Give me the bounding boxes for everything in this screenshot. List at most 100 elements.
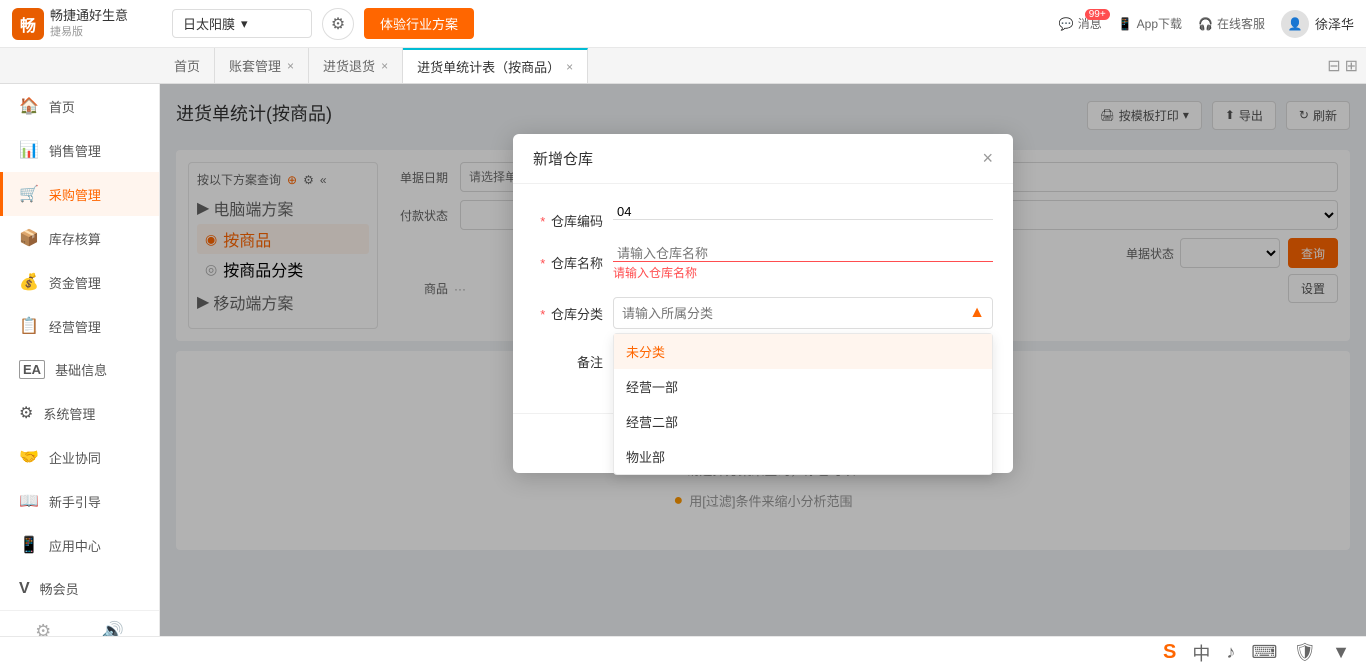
audio-icon[interactable]: ♪	[1226, 642, 1235, 663]
app-subtitle: 捷易版	[50, 23, 128, 39]
sidebar-item-finance[interactable]: 💰 资金管理	[0, 260, 159, 304]
tab-purchase-return-label: 进货退货	[323, 56, 375, 75]
tab-purchase-stats-label: 进货单统计表（按商品）	[417, 57, 560, 76]
sidebar: 🏠 首页 📊 销售管理 🛒 采购管理 📦 库存核算 💰 资金管理 📋 经营管理 …	[0, 84, 160, 636]
vip-icon: V	[19, 580, 30, 598]
top-header: 畅 畅捷通好生意 捷易版 日太阳膜 ▾ ⚙ 体验行业方案 💬 消息 99+ 📱 …	[0, 0, 1366, 48]
inventory-icon: 📦	[19, 228, 39, 248]
warehouse-name-input-wrapper: 请输入仓库名称	[613, 246, 993, 281]
basic-info-icon: EA	[19, 360, 45, 379]
tab-purchase-stats-close[interactable]: ×	[566, 60, 573, 74]
tab-end-buttons: ⊟ ⊞	[1319, 48, 1366, 83]
sidebar-item-inventory-label: 库存核算	[49, 229, 101, 248]
tab-home-label: 首页	[174, 56, 200, 75]
sidebar-item-app-center-label: 应用中心	[49, 536, 101, 555]
app-logo-icon: 畅	[12, 8, 44, 40]
dropdown-item-dept1[interactable]: 经营一部	[614, 369, 992, 404]
tab-minimize-icon[interactable]: ⊟	[1327, 56, 1340, 76]
user-area[interactable]: 👤 徐泽华	[1281, 10, 1354, 38]
sidebar-item-sales[interactable]: 📊 销售管理	[0, 128, 159, 172]
category-arrow-icon[interactable]: ▲	[969, 304, 985, 322]
sidebar-footer: ⚙ 🔊	[0, 610, 159, 636]
warehouse-category-row: * 仓库分类 ▲ 未分类 经营一部 经营二部 物业部	[533, 297, 993, 329]
sidebar-item-guide[interactable]: 📖 新手引导	[0, 479, 159, 523]
avatar: 👤	[1281, 10, 1309, 38]
logo-area: 畅 畅捷通好生意 捷易版	[12, 8, 162, 40]
tab-home[interactable]: 首页	[160, 48, 215, 83]
tab-accounts[interactable]: 账套管理 ×	[215, 48, 309, 83]
messages-badge: 99+	[1085, 9, 1110, 20]
dropdown-item-dept2[interactable]: 经营二部	[614, 404, 992, 439]
dropdown-item-uncategorized[interactable]: 未分类	[614, 334, 992, 369]
modal-body: * 仓库编码 * 仓库名称 请输入仓库名称	[513, 184, 1013, 413]
chinese-input-icon[interactable]: 中	[1192, 640, 1210, 666]
app-download-button[interactable]: 📱 App下载	[1118, 15, 1182, 32]
online-service-button[interactable]: 🎧 在线客服	[1198, 15, 1265, 32]
warehouse-name-input[interactable]	[613, 246, 993, 262]
settings-footer-icon[interactable]: ⚙	[35, 621, 51, 636]
app-title: 畅捷通好生意	[50, 8, 128, 24]
required-star-code: *	[540, 214, 545, 229]
trial-button[interactable]: 体验行业方案	[364, 8, 474, 39]
layout: 🏠 首页 📊 销售管理 🛒 采购管理 📦 库存核算 💰 资金管理 📋 经营管理 …	[0, 84, 1366, 636]
sidebar-item-system[interactable]: ⚙ 系统管理	[0, 391, 159, 435]
tab-accounts-label: 账套管理	[229, 56, 281, 75]
sales-icon: 📊	[19, 140, 39, 160]
required-star-cat: *	[540, 307, 545, 322]
sidebar-item-vip[interactable]: V 畅会员	[0, 567, 159, 610]
keyboard-icon[interactable]: ⌨	[1251, 642, 1277, 663]
bottom-bar: S 中 ♪ ⌨ 🛡 ▼	[0, 636, 1366, 668]
sidebar-item-app-center[interactable]: 📱 应用中心	[0, 523, 159, 567]
sidebar-item-home-label: 首页	[49, 97, 75, 116]
online-service-label: 在线客服	[1217, 15, 1265, 32]
add-warehouse-modal: 新增仓库 × * 仓库编码 *	[513, 134, 1013, 473]
gear-button[interactable]: ⚙	[322, 8, 354, 40]
message-icon: 💬	[1059, 17, 1074, 31]
messages-button[interactable]: 💬 消息 99+	[1059, 15, 1102, 32]
modal-close-button[interactable]: ×	[982, 148, 993, 169]
store-selector[interactable]: 日太阳膜 ▾	[172, 9, 312, 38]
category-input[interactable]	[613, 297, 993, 329]
tab-bar: 首页 账套管理 × 进货退货 × 进货单统计表（按商品） × ⊟ ⊞	[0, 48, 1366, 84]
sidebar-item-purchase-label: 采购管理	[49, 185, 101, 204]
tab-purchase-return[interactable]: 进货退货 ×	[309, 48, 403, 83]
warehouse-code-label: * 仓库编码	[533, 204, 603, 230]
tab-accounts-close[interactable]: ×	[287, 59, 294, 73]
user-name: 徐泽华	[1315, 14, 1354, 33]
warehouse-code-input[interactable]	[613, 204, 993, 220]
tray-arrow-icon[interactable]: ▼	[1332, 642, 1350, 663]
chevron-down-icon: ▾	[241, 16, 248, 32]
sidebar-item-home[interactable]: 🏠 首页	[0, 84, 159, 128]
speaker-footer-icon[interactable]: 🔊	[101, 621, 123, 636]
sidebar-item-inventory[interactable]: 📦 库存核算	[0, 216, 159, 260]
store-name: 日太阳膜	[183, 14, 235, 33]
app-download-label: App下载	[1137, 15, 1182, 32]
sogou-icon[interactable]: S	[1163, 641, 1176, 664]
warehouse-code-input-wrapper	[613, 204, 993, 220]
mobile-icon: 📱	[1118, 17, 1133, 31]
warehouse-category-label: * 仓库分类	[533, 297, 603, 323]
sidebar-item-guide-label: 新手引导	[49, 492, 101, 511]
required-star-name: *	[540, 256, 545, 271]
tab-maximize-icon[interactable]: ⊞	[1345, 56, 1358, 76]
sidebar-item-basic-info[interactable]: EA 基础信息	[0, 348, 159, 391]
header-center: ⚙ 体验行业方案	[322, 8, 1049, 40]
security-icon[interactable]: 🛡	[1293, 642, 1316, 663]
app-center-icon: 📱	[19, 535, 39, 555]
sidebar-item-enterprise-label: 企业协同	[49, 448, 101, 467]
system-icon: ⚙	[19, 403, 33, 423]
dropdown-item-property[interactable]: 物业部	[614, 439, 992, 474]
warehouse-code-row: * 仓库编码	[533, 204, 993, 230]
sidebar-item-sales-label: 销售管理	[49, 141, 101, 160]
tab-purchase-return-close[interactable]: ×	[381, 59, 388, 73]
operations-icon: 📋	[19, 316, 39, 336]
warehouse-name-row: * 仓库名称 请输入仓库名称	[533, 246, 993, 281]
sidebar-item-purchase[interactable]: 🛒 采购管理	[0, 172, 159, 216]
sidebar-item-operations[interactable]: 📋 经营管理	[0, 304, 159, 348]
sidebar-item-enterprise[interactable]: 🤝 企业协同	[0, 435, 159, 479]
tab-purchase-stats[interactable]: 进货单统计表（按商品） ×	[403, 48, 588, 83]
modal-header: 新增仓库 ×	[513, 134, 1013, 184]
sidebar-item-basic-info-label: 基础信息	[55, 360, 107, 379]
finance-icon: 💰	[19, 272, 39, 292]
headset-icon: 🎧	[1198, 17, 1213, 31]
